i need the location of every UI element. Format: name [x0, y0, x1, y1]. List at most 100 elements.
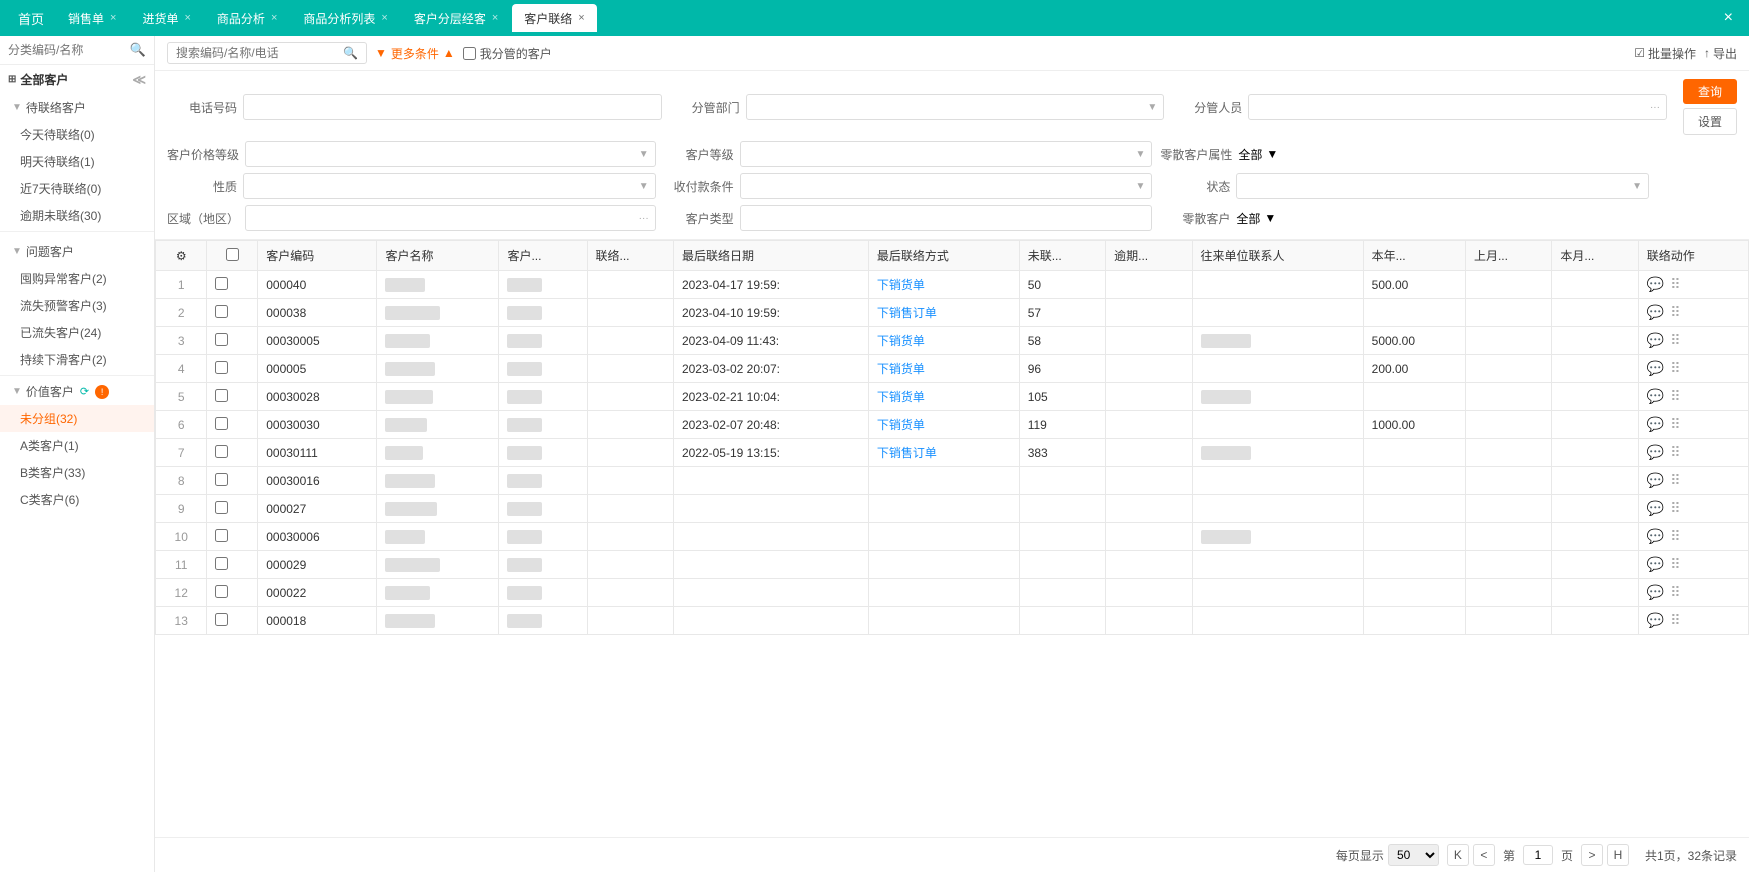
- last-page-btn[interactable]: H: [1607, 844, 1629, 866]
- last-way-link-1[interactable]: 下销货单: [877, 278, 925, 292]
- row-chat-icon-13[interactable]: 💬: [1647, 612, 1664, 629]
- customer-level-select[interactable]: ▼: [740, 141, 1153, 167]
- sidebar-item-class-c[interactable]: C类客户(6): [0, 486, 154, 513]
- status-select[interactable]: ▼: [1236, 173, 1649, 199]
- last-way-link-7[interactable]: 下销售订单: [877, 446, 937, 460]
- row-checkbox-6[interactable]: [207, 411, 258, 439]
- first-page-btn[interactable]: K: [1447, 844, 1469, 866]
- row-checkbox-9[interactable]: [207, 495, 258, 523]
- last-way-link-6[interactable]: 下销货单: [877, 418, 925, 432]
- query-btn[interactable]: 查询: [1683, 79, 1737, 104]
- sidebar-group-problem[interactable]: ▼ 问题客户: [0, 238, 154, 265]
- sidebar-item-class-b[interactable]: B类客户(33): [0, 459, 154, 486]
- row-more-icon-9[interactable]: ⠿: [1670, 500, 1680, 517]
- row-chat-icon-7[interactable]: 💬: [1647, 444, 1664, 461]
- close-analysis-tab[interactable]: ×: [271, 12, 277, 24]
- row-more-icon-10[interactable]: ⠿: [1670, 528, 1680, 545]
- row-select-4[interactable]: [215, 361, 228, 374]
- row-select-2[interactable]: [215, 305, 228, 318]
- row-chat-icon-1[interactable]: 💬: [1647, 276, 1664, 293]
- checkbox-col-header[interactable]: [207, 241, 258, 271]
- sidebar-item-abnormal[interactable]: 囤购异常客户(2): [0, 265, 154, 292]
- close-sales-tab[interactable]: ×: [110, 12, 116, 24]
- sidebar-item-today-pending[interactable]: 今天待联络(0): [0, 121, 154, 148]
- row-more-icon-8[interactable]: ⠿: [1670, 472, 1680, 489]
- sidebar-item-overdue-pending[interactable]: 逾期未联络(30): [0, 202, 154, 229]
- person-select[interactable]: ···: [1248, 94, 1667, 120]
- row-select-11[interactable]: [215, 557, 228, 570]
- sidebar-item-declining[interactable]: 持续下滑客户(2): [0, 346, 154, 373]
- nav-tab-customer-contact[interactable]: 客户联络 ×: [512, 4, 596, 32]
- batch-operate-btn[interactable]: ☑ 批量操作: [1634, 45, 1696, 62]
- my-customers-checkbox[interactable]: [463, 47, 476, 60]
- sidebar-item-week-pending[interactable]: 近7天待联络(0): [0, 175, 154, 202]
- sidebar-group-value[interactable]: ▼ 价值客户 ⟳ !: [0, 378, 154, 405]
- row-select-3[interactable]: [215, 333, 228, 346]
- row-chat-icon-2[interactable]: 💬: [1647, 304, 1664, 321]
- row-more-icon-7[interactable]: ⠿: [1670, 444, 1680, 461]
- next-page-btn[interactable]: >: [1581, 844, 1603, 866]
- export-btn[interactable]: ↑ 导出: [1704, 45, 1737, 62]
- sidebar-search-input[interactable]: [8, 43, 126, 57]
- nav-home[interactable]: 首页: [8, 9, 54, 28]
- row-select-7[interactable]: [215, 445, 228, 458]
- row-chat-icon-9[interactable]: 💬: [1647, 500, 1664, 517]
- prev-page-btn[interactable]: <: [1473, 844, 1495, 866]
- sidebar-item-churn-warning[interactable]: 流失预警客户(3): [0, 292, 154, 319]
- row-more-icon-11[interactable]: ⠿: [1670, 556, 1680, 573]
- payment-select[interactable]: ▼: [740, 173, 1153, 199]
- sidebar-item-tomorrow-pending[interactable]: 明天待联络(1): [0, 148, 154, 175]
- collapse-icon[interactable]: ≪: [132, 72, 146, 88]
- page-input[interactable]: [1523, 845, 1553, 865]
- row-select-12[interactable]: [215, 585, 228, 598]
- select-all-checkbox[interactable]: [226, 248, 239, 261]
- nav-close-all[interactable]: ×: [1716, 9, 1741, 27]
- last-way-link-2[interactable]: 下销售订单: [877, 306, 937, 320]
- sidebar-item-class-a[interactable]: A类客户(1): [0, 432, 154, 459]
- customer-type-select[interactable]: [740, 205, 1153, 231]
- row-more-icon-6[interactable]: ⠿: [1670, 416, 1680, 433]
- row-more-icon-2[interactable]: ⠿: [1670, 304, 1680, 321]
- sidebar-item-ungroup[interactable]: 未分组(32): [0, 405, 154, 432]
- row-chat-icon-12[interactable]: 💬: [1647, 584, 1664, 601]
- nav-tab-customer-segment[interactable]: 客户分层经客 ×: [402, 4, 510, 32]
- settings-col-header[interactable]: ⚙: [156, 241, 207, 271]
- row-more-icon-4[interactable]: ⠿: [1670, 360, 1680, 377]
- my-customers-checkbox-label[interactable]: 我分管的客户: [463, 45, 552, 62]
- last-way-link-3[interactable]: 下销货单: [877, 334, 925, 348]
- price-level-select[interactable]: ▼: [245, 141, 656, 167]
- reset-btn[interactable]: 设置: [1683, 108, 1737, 135]
- close-segment-tab[interactable]: ×: [492, 12, 498, 24]
- dept-select[interactable]: ▼: [746, 94, 1165, 120]
- close-contact-tab[interactable]: ×: [578, 12, 584, 24]
- nav-tab-analysis[interactable]: 商品分析 ×: [205, 4, 289, 32]
- row-checkbox-4[interactable]: [207, 355, 258, 383]
- row-checkbox-1[interactable]: [207, 271, 258, 299]
- filter-search-input[interactable]: [176, 46, 339, 60]
- row-select-10[interactable]: [215, 529, 228, 542]
- row-more-icon-3[interactable]: ⠿: [1670, 332, 1680, 349]
- row-checkbox-2[interactable]: [207, 299, 258, 327]
- row-checkbox-11[interactable]: [207, 551, 258, 579]
- region-select[interactable]: ···: [245, 205, 656, 231]
- row-more-icon-1[interactable]: ⠿: [1670, 276, 1680, 293]
- row-select-8[interactable]: [215, 473, 228, 486]
- row-chat-icon-5[interactable]: 💬: [1647, 388, 1664, 405]
- last-way-link-4[interactable]: 下销货单: [877, 362, 925, 376]
- sidebar-all-customers[interactable]: ⊞ 全部客户 ≪: [0, 65, 154, 94]
- row-chat-icon-4[interactable]: 💬: [1647, 360, 1664, 377]
- row-select-9[interactable]: [215, 501, 228, 514]
- row-more-icon-12[interactable]: ⠿: [1670, 584, 1680, 601]
- nav-tab-analysis-list[interactable]: 商品分析列表 ×: [291, 4, 399, 32]
- nature-select[interactable]: ▼: [243, 173, 656, 199]
- close-analysis-list-tab[interactable]: ×: [381, 12, 387, 24]
- row-checkbox-7[interactable]: [207, 439, 258, 467]
- row-chat-icon-11[interactable]: 💬: [1647, 556, 1664, 573]
- row-chat-icon-3[interactable]: 💬: [1647, 332, 1664, 349]
- row-select-5[interactable]: [215, 389, 228, 402]
- row-checkbox-10[interactable]: [207, 523, 258, 551]
- row-chat-icon-6[interactable]: 💬: [1647, 416, 1664, 433]
- row-chat-icon-8[interactable]: 💬: [1647, 472, 1664, 489]
- row-checkbox-12[interactable]: [207, 579, 258, 607]
- row-select-13[interactable]: [215, 613, 228, 626]
